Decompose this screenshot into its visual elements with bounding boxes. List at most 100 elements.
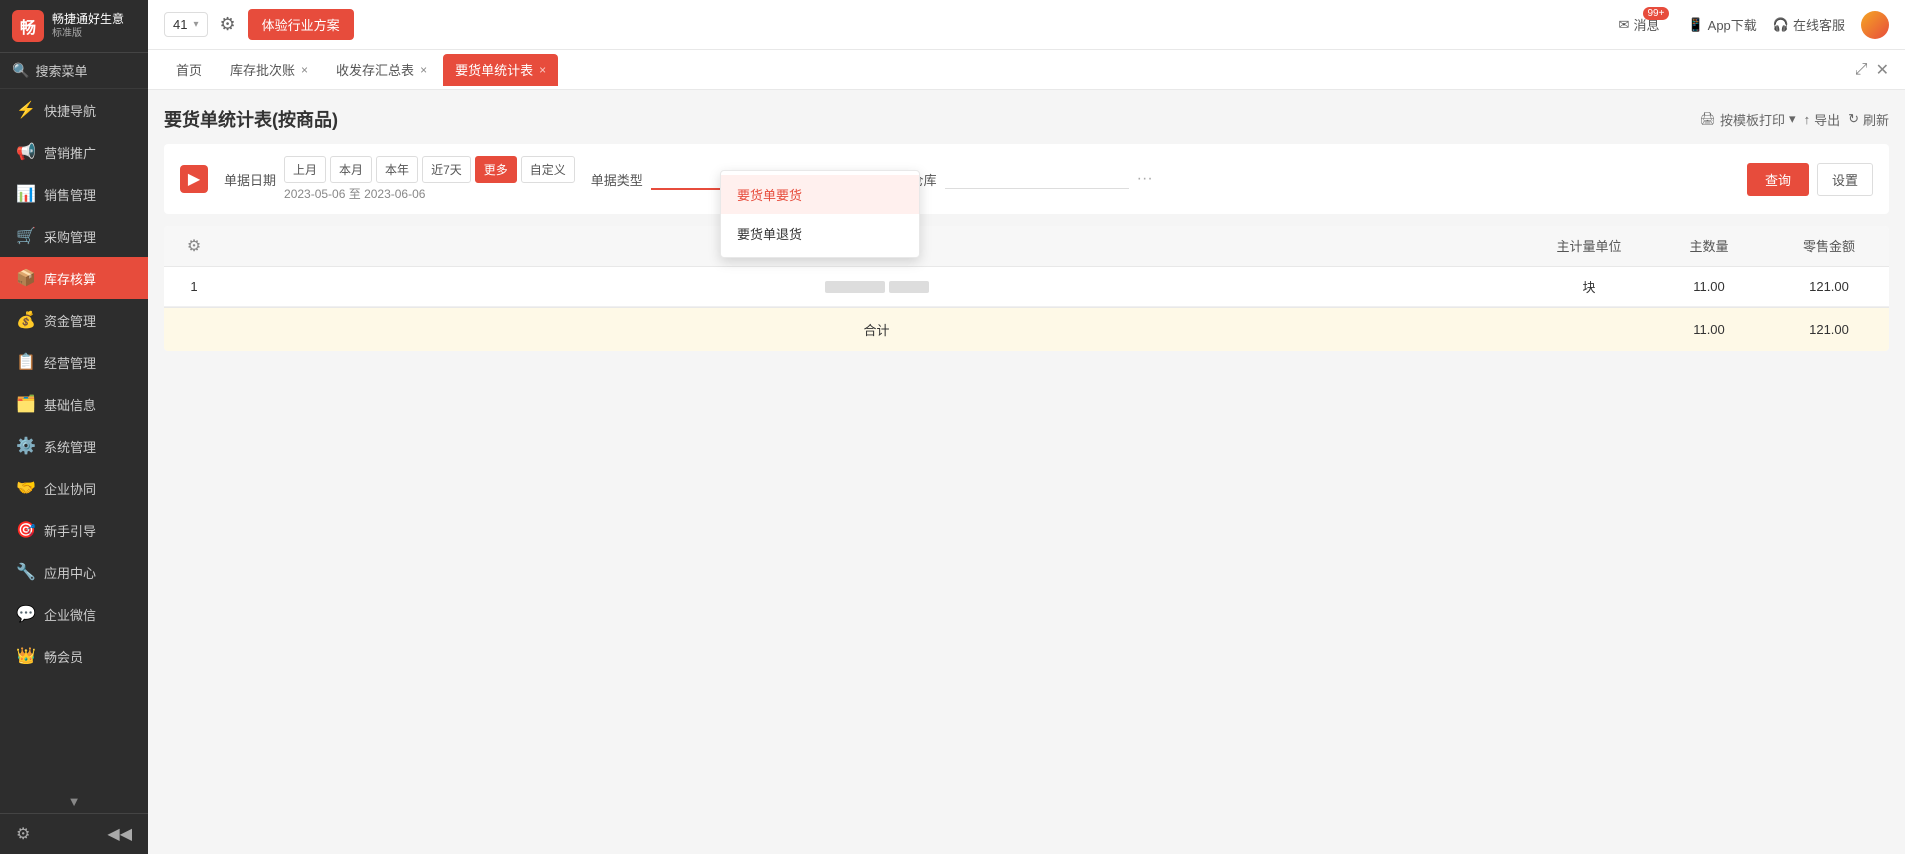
footer-quantity: 11.00 bbox=[1649, 322, 1769, 337]
sidebar-item-app-center[interactable]: 🔧 应用中心 bbox=[0, 551, 148, 593]
sidebar-item-sales[interactable]: 📊 销售管理 bbox=[0, 173, 148, 215]
tab-close-receive-summary[interactable]: × bbox=[420, 63, 427, 77]
app-title: 畅捷通好生意 标准版 bbox=[52, 12, 124, 41]
tab-close-inventory-batch[interactable]: × bbox=[301, 63, 308, 77]
filter-warehouse-input[interactable] bbox=[945, 169, 1129, 189]
type-dropdown-menu: 要货单要货 要货单退货 bbox=[720, 170, 920, 258]
sidebar-item-purchase[interactable]: 🛒 采购管理 bbox=[0, 215, 148, 257]
search-icon: 🔍 bbox=[12, 62, 29, 79]
topbar: 41 ▾ ⚙ 体验行业方案 ✉ 消息 99+ 📱 App下载 🎧 在线客服 bbox=[148, 0, 1905, 50]
filter-date-buttons: 上月 本月 本年 近7天 更多 自定义 bbox=[284, 156, 575, 183]
tab-home[interactable]: 首页 bbox=[164, 54, 214, 86]
sidebar-item-quick-nav[interactable]: ⚡ 快捷导航 bbox=[0, 89, 148, 131]
tab-close-all-icon[interactable]: ✕ bbox=[1876, 60, 1889, 80]
sidebar-item-member[interactable]: 👑 畅会员 bbox=[0, 635, 148, 677]
search-menu[interactable]: 🔍 搜索菜单 bbox=[0, 53, 148, 89]
app-center-icon: 🔧 bbox=[16, 562, 36, 582]
sidebar-item-finance[interactable]: 💰 资金管理 bbox=[0, 299, 148, 341]
service-icon: 🎧 bbox=[1773, 17, 1789, 33]
member-icon: 👑 bbox=[16, 646, 36, 666]
app-logo: 畅 bbox=[12, 10, 44, 42]
sidebar: 畅 畅捷通好生意 标准版 🔍 搜索菜单 ⚡ 快捷导航 📢 营销推广 📊 销售管理… bbox=[0, 0, 148, 854]
sidebar-header: 畅 畅捷通好生意 标准版 bbox=[0, 0, 148, 53]
topbar-settings-icon[interactable]: ⚙ bbox=[220, 14, 236, 35]
print-chevron-icon: ▾ bbox=[1789, 111, 1796, 127]
tab-close-order-summary[interactable]: × bbox=[539, 63, 546, 77]
product-bar-2 bbox=[889, 281, 929, 293]
avatar-image bbox=[1861, 11, 1889, 39]
filter-warehouse-more-icon[interactable]: ··· bbox=[1137, 170, 1153, 188]
app-download-button[interactable]: 📱 App下载 bbox=[1687, 15, 1756, 34]
query-button[interactable]: 查询 bbox=[1747, 163, 1809, 196]
tab-receive-summary[interactable]: 收发存汇总表 × bbox=[324, 54, 439, 86]
avatar[interactable] bbox=[1861, 11, 1889, 39]
filter-warehouse-group: 要货仓库 ··· bbox=[885, 169, 1153, 189]
message-badge: 99+ bbox=[1643, 7, 1670, 20]
messages-button[interactable]: ✉ 消息 99+ bbox=[1619, 15, 1660, 34]
filter-date-range: 2023-05-06 至 2023-06-06 bbox=[284, 185, 575, 202]
message-icon: ✉ bbox=[1619, 17, 1630, 33]
table-row: 1 块 11.00 121.00 bbox=[164, 267, 1889, 307]
settings-icon[interactable]: ⚙ bbox=[16, 824, 30, 844]
trial-button[interactable]: 体验行业方案 bbox=[248, 9, 354, 40]
sidebar-item-wechat[interactable]: 💬 企业微信 bbox=[0, 593, 148, 635]
filter-this-year-btn[interactable]: 本年 bbox=[376, 156, 418, 183]
print-icon: 🖨 bbox=[1700, 111, 1717, 127]
filter-last-month-btn[interactable]: 上月 bbox=[284, 156, 326, 183]
sidebar-item-operations[interactable]: 📋 经营管理 bbox=[0, 341, 148, 383]
tabbar-actions: ⤢ ✕ bbox=[1855, 60, 1889, 80]
tab-inventory-batch[interactable]: 库存批次账 × bbox=[218, 54, 320, 86]
wechat-icon: 💬 bbox=[16, 604, 36, 624]
export-icon: ↑ bbox=[1804, 112, 1811, 127]
footer-label: 合计 bbox=[224, 320, 1529, 339]
table-settings-icon[interactable]: ⚙ bbox=[172, 236, 216, 256]
filter-more-btn[interactable]: 更多 bbox=[475, 156, 517, 183]
marketing-icon: 📢 bbox=[16, 142, 36, 162]
sidebar-nav: ⚡ 快捷导航 📢 营销推广 📊 销售管理 🛒 采购管理 📦 库存核算 💰 资金管… bbox=[0, 89, 148, 790]
tabbar: 首页 库存批次账 × 收发存汇总表 × 要货单统计表 × ⤢ ✕ bbox=[148, 50, 1905, 90]
sidebar-item-inventory[interactable]: 📦 库存核算 bbox=[0, 257, 148, 299]
filter-last-7days-btn[interactable]: 近7天 bbox=[422, 156, 471, 183]
topbar-right: ✉ 消息 99+ 📱 App下载 🎧 在线客服 bbox=[1619, 11, 1889, 39]
sidebar-item-guide[interactable]: 🎯 新手引导 bbox=[0, 509, 148, 551]
filter-settings-button[interactable]: 设置 bbox=[1817, 163, 1873, 196]
tab-order-summary[interactable]: 要货单统计表 × bbox=[443, 54, 558, 86]
page-header: 要货单统计表(按商品) 🖨 按模板打印 ▾ ↑ 导出 ↻ 刷新 bbox=[164, 106, 1889, 132]
filter-this-month-btn[interactable]: 本月 bbox=[330, 156, 372, 183]
inventory-icon: 📦 bbox=[16, 268, 36, 288]
online-service-button[interactable]: 🎧 在线客服 bbox=[1773, 15, 1845, 34]
sidebar-item-system[interactable]: ⚙️ 系统管理 bbox=[0, 425, 148, 467]
company-selector[interactable]: 41 ▾ bbox=[164, 12, 208, 37]
collapse-icon: ◀◀ bbox=[107, 824, 132, 844]
dropdown-item-order-goods[interactable]: 要货单要货 bbox=[721, 175, 919, 214]
filter-actions: 查询 设置 bbox=[1747, 163, 1873, 196]
cell-amount: 121.00 bbox=[1769, 279, 1889, 294]
cell-unit: 块 bbox=[1529, 277, 1649, 296]
col-header-amount: 零售金额 bbox=[1769, 236, 1889, 256]
sidebar-item-collab[interactable]: 🤝 企业协同 bbox=[0, 467, 148, 509]
filter-custom-btn[interactable]: 自定义 bbox=[521, 156, 575, 183]
purchase-icon: 🛒 bbox=[16, 226, 36, 246]
print-button[interactable]: 🖨 按模板打印 ▾ bbox=[1700, 110, 1796, 129]
cell-index: 1 bbox=[164, 279, 224, 294]
refresh-icon: ↻ bbox=[1848, 111, 1859, 127]
filter-bar: ▶ 单据日期 上月 本月 本年 近7天 更多 自定义 2023-05-06 至 … bbox=[164, 144, 1889, 214]
sidebar-item-marketing[interactable]: 📢 营销推广 bbox=[0, 131, 148, 173]
refresh-button[interactable]: ↻ 刷新 bbox=[1848, 110, 1889, 129]
col-header-quantity: 主数量 bbox=[1649, 236, 1769, 256]
guide-icon: 🎯 bbox=[16, 520, 36, 540]
sidebar-scroll-down[interactable]: ▼ bbox=[0, 790, 148, 813]
filter-expand-button[interactable]: ▶ bbox=[180, 165, 208, 193]
main-area: 41 ▾ ⚙ 体验行业方案 ✉ 消息 99+ 📱 App下载 🎧 在线客服 bbox=[148, 0, 1905, 854]
collapse-sidebar-button[interactable]: ◀◀ bbox=[107, 824, 132, 844]
dropdown-item-order-return[interactable]: 要货单退货 bbox=[721, 214, 919, 253]
collab-icon: 🤝 bbox=[16, 478, 36, 498]
sidebar-item-basic[interactable]: 🗂️ 基础信息 bbox=[0, 383, 148, 425]
product-bar-1 bbox=[825, 281, 885, 293]
export-button[interactable]: ↑ 导出 bbox=[1804, 110, 1841, 129]
footer-amount: 121.00 bbox=[1769, 322, 1889, 337]
topbar-left: 41 ▾ ⚙ 体验行业方案 bbox=[164, 9, 1619, 40]
finance-icon: 💰 bbox=[16, 310, 36, 330]
tab-maximize-icon[interactable]: ⤢ bbox=[1855, 61, 1868, 79]
sidebar-footer: ⚙ ◀◀ bbox=[0, 813, 148, 854]
